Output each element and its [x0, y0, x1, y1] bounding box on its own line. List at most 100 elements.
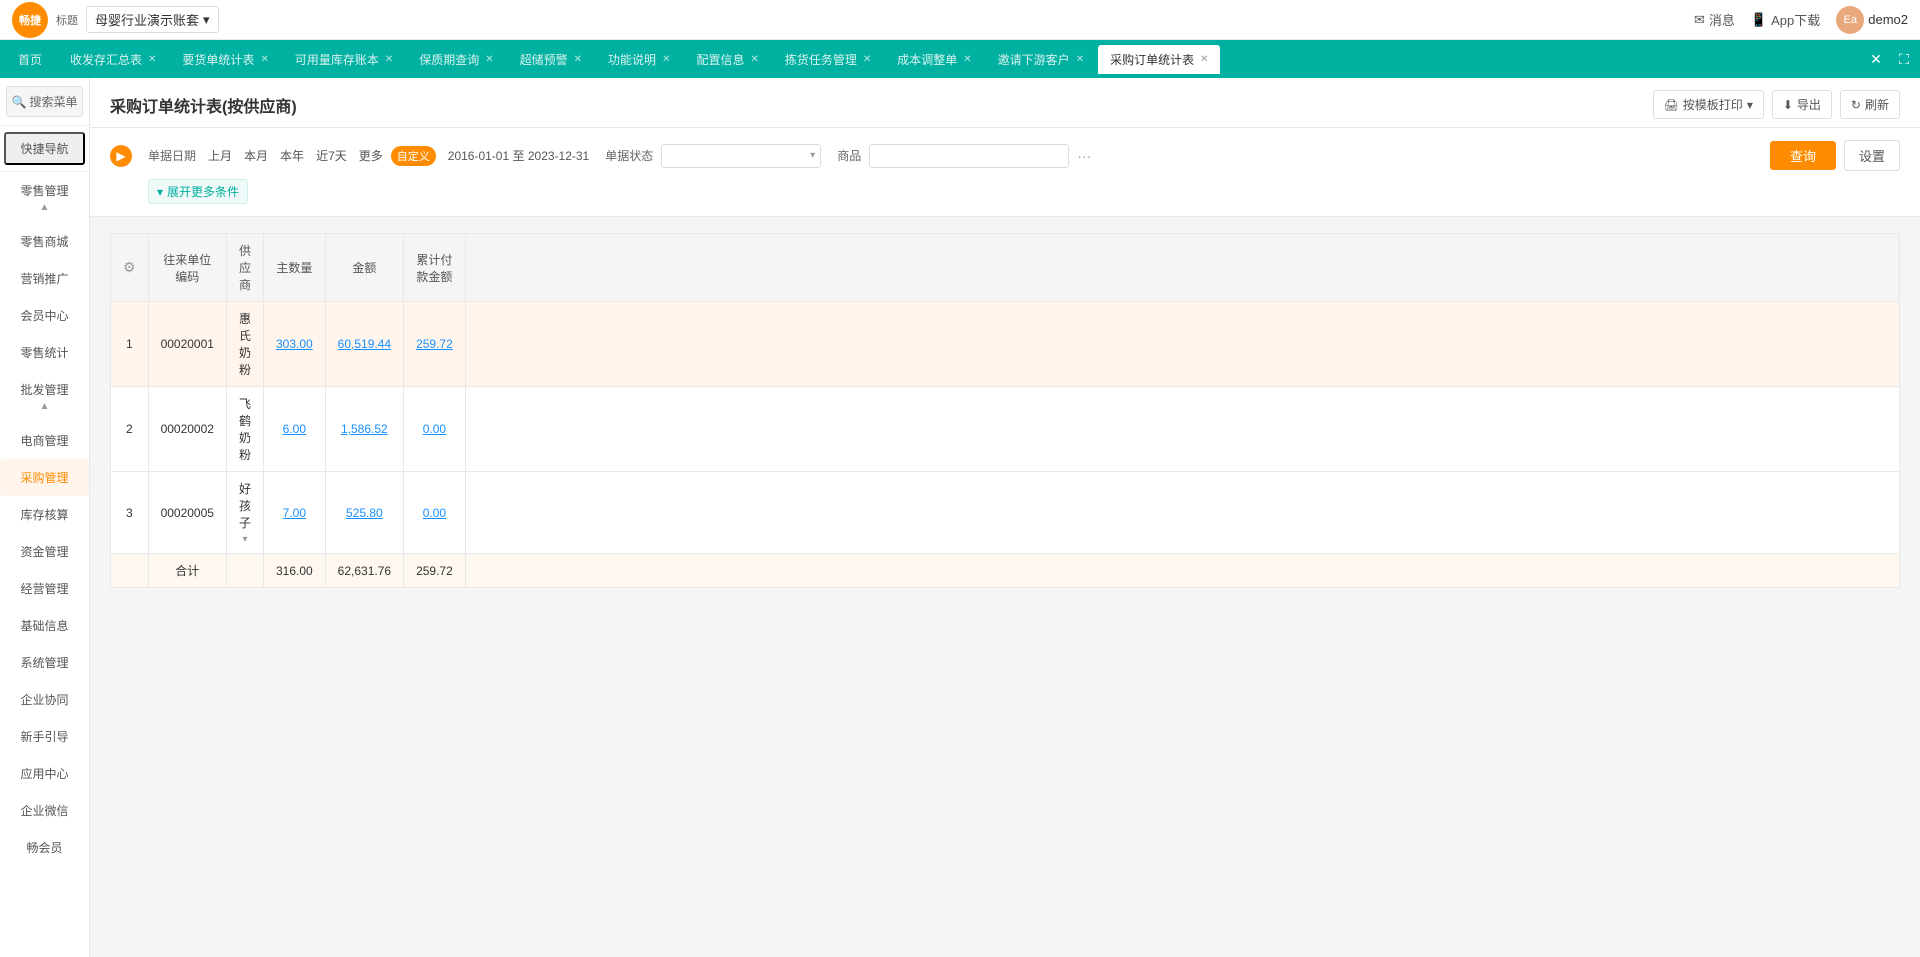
expand-more-section: ▾ 展开更多条件: [148, 179, 1900, 204]
tab-inventory-ledger[interactable]: 可用量库存账本 ✕: [283, 45, 405, 74]
date-shortcut-7days[interactable]: 近7天: [312, 145, 351, 166]
sidebar-item-wholesale[interactable]: 批发管理 ▲: [0, 371, 89, 422]
row-2-quantity[interactable]: 6.00: [263, 387, 325, 472]
row-3-paid[interactable]: 0.00: [404, 472, 466, 554]
row-1-supplier: 惠氏奶粉: [226, 302, 263, 387]
row-3-supplier: 好孩子 ▾: [226, 472, 263, 554]
message-button[interactable]: ✉ 消息: [1694, 10, 1735, 29]
query-button[interactable]: 查询: [1770, 141, 1836, 170]
sidebar-item-enterprise[interactable]: 企业协同: [0, 681, 89, 718]
date-shortcut-this-month[interactable]: 本月: [240, 145, 272, 166]
sidebar-item-membership[interactable]: 畅会员: [0, 829, 89, 866]
sidebar-item-operations[interactable]: 经营管理: [0, 570, 89, 607]
workspace-selector[interactable]: 母婴行业演示账套 ▾: [86, 6, 219, 33]
sidebar-item-retail-stats-label: 零售统计: [20, 344, 68, 361]
sidebar-item-members[interactable]: 会员中心: [0, 297, 89, 334]
tab-purchase-order-summary-close[interactable]: ✕: [1200, 54, 1208, 65]
search-menu-button[interactable]: 🔍 搜索菜单: [6, 86, 83, 117]
sidebar-item-newbie[interactable]: 新手引导: [0, 718, 89, 755]
tab-picking-task[interactable]: 拣货任务管理 ✕: [773, 45, 883, 74]
col-header-amount: 金额: [325, 234, 403, 302]
tab-receive-summary-close[interactable]: ✕: [148, 54, 156, 65]
tab-cost-adjust[interactable]: 成本调整单 ✕: [885, 45, 983, 74]
expand-icon: ▾: [157, 185, 163, 199]
data-table: ⚙ 往来单位编码 供应商 主数量 金额 累计付款金额 1 00020001: [110, 233, 1900, 588]
filter-toggle-button[interactable]: ▶: [110, 145, 132, 167]
sidebar-item-ecommerce[interactable]: 电商管理: [0, 422, 89, 459]
row-2-amount[interactable]: 1,586.52: [325, 387, 403, 472]
row-1-paid[interactable]: 259.72: [404, 302, 466, 387]
footer-amount: 62,631.76: [325, 554, 403, 588]
date-custom-badge[interactable]: 自定义: [391, 146, 436, 166]
filter-date-group: 单据日期 上月 本月 本年 近7天 更多 自定义 2016-01-01 至 20…: [148, 145, 589, 166]
tab-invite-customer-close[interactable]: ✕: [1076, 54, 1084, 65]
tab-warranty-query-close[interactable]: ✕: [485, 54, 493, 65]
row-1-quantity[interactable]: 303.00: [263, 302, 325, 387]
filter-date-shortcuts: 上月 本月 本年 近7天 更多 自定义: [204, 145, 436, 166]
sidebar-item-app-center-label: 应用中心: [20, 765, 68, 782]
tab-order-summary-close[interactable]: ✕: [260, 54, 268, 65]
row-1-amount[interactable]: 60,519.44: [325, 302, 403, 387]
tab-purchase-order-summary[interactable]: 采购订单统计表 ✕: [1098, 45, 1220, 74]
tab-overstock-alert[interactable]: 超储预警 ✕: [508, 45, 594, 74]
user-profile[interactable]: Ea demo2: [1836, 6, 1908, 34]
sidebar-item-retail[interactable]: 零售管理 ▲: [0, 172, 89, 223]
tab-overstock-alert-close[interactable]: ✕: [574, 54, 582, 65]
page-actions: 🖨 按模板打印 ▾ ⬇ 导出 ↻ 刷新: [1653, 90, 1900, 119]
filter-area: ▶ 单据日期 上月 本月 本年 近7天 更多 自定义 2016-01-01 至: [90, 128, 1920, 217]
expand-more-button[interactable]: ▾ 展开更多条件: [148, 179, 248, 204]
export-button[interactable]: ⬇ 导出: [1772, 90, 1832, 119]
filter-goods-input[interactable]: [869, 144, 1069, 168]
row-3-amount[interactable]: 525.80: [325, 472, 403, 554]
sidebar-item-enterprise-wechat[interactable]: 企业微信: [0, 792, 89, 829]
date-shortcut-this-year[interactable]: 本年: [276, 145, 308, 166]
sidebar-item-system[interactable]: 系统管理: [0, 644, 89, 681]
sidebar-item-retail-stats[interactable]: 零售统计: [0, 334, 89, 371]
sidebar-item-purchase[interactable]: 采购管理: [0, 459, 89, 496]
setting-button[interactable]: 设置: [1844, 140, 1900, 171]
refresh-icon: ↻: [1851, 98, 1861, 112]
tab-warranty-query[interactable]: 保质期查询 ✕: [407, 45, 505, 74]
tab-receive-summary[interactable]: 收发存汇总表 ✕: [58, 45, 168, 74]
filter-status-select[interactable]: [661, 144, 821, 168]
col-header-code: 往来单位编码: [148, 234, 226, 302]
tab-home[interactable]: 首页: [4, 45, 56, 74]
sidebar-item-system-label: 系统管理: [20, 654, 68, 671]
page-title: 采购订单统计表(按供应商): [110, 93, 297, 117]
sidebar-item-inventory[interactable]: 库存核算: [0, 496, 89, 533]
table-settings-icon[interactable]: ⚙: [123, 259, 136, 275]
tab-cost-adjust-close[interactable]: ✕: [963, 54, 971, 65]
tab-inventory-ledger-label: 可用量库存账本: [295, 51, 379, 68]
tab-function-desc[interactable]: 功能说明 ✕: [596, 45, 682, 74]
sidebar-item-basic-info[interactable]: 基础信息: [0, 607, 89, 644]
sidebar-item-app-center[interactable]: 应用中心: [0, 755, 89, 792]
date-shortcut-more[interactable]: 更多: [355, 145, 387, 166]
tab-close-all-button[interactable]: ✕: [1864, 47, 1888, 71]
tab-function-desc-close[interactable]: ✕: [662, 54, 670, 65]
date-shortcut-last-month[interactable]: 上月: [204, 145, 236, 166]
tab-maximize-button[interactable]: ⛶: [1892, 47, 1916, 71]
footer-quantity: 316.00: [263, 554, 325, 588]
quick-nav-button[interactable]: 快捷导航: [4, 132, 85, 165]
message-icon: ✉: [1694, 12, 1705, 28]
filter-goods-group: 商品 ···: [837, 144, 1091, 168]
row-2-paid[interactable]: 0.00: [404, 387, 466, 472]
tab-config-info-close[interactable]: ✕: [750, 54, 758, 65]
row-2-num: 2: [111, 387, 149, 472]
filter-status-label: 单据状态: [605, 147, 653, 164]
refresh-button[interactable]: ↻ 刷新: [1840, 90, 1900, 119]
sidebar-item-retail-mall[interactable]: 零售商城: [0, 223, 89, 260]
filter-more-dots[interactable]: ···: [1077, 148, 1091, 164]
tab-order-summary[interactable]: 要货单统计表 ✕: [170, 45, 280, 74]
sidebar-item-finance[interactable]: 资金管理: [0, 533, 89, 570]
filter-status-group: 单据状态: [605, 144, 821, 168]
print-button[interactable]: 🖨 按模板打印 ▾: [1653, 90, 1764, 119]
tab-config-info[interactable]: 配置信息 ✕: [684, 45, 770, 74]
app-download-button[interactable]: 📱 App下载: [1751, 10, 1820, 29]
tab-inventory-ledger-close[interactable]: ✕: [385, 54, 393, 65]
tab-invite-customer[interactable]: 邀请下游客户 ✕: [986, 45, 1096, 74]
row-3-quantity[interactable]: 7.00: [263, 472, 325, 554]
tab-picking-task-close[interactable]: ✕: [863, 54, 871, 65]
sidebar-item-inventory-label: 库存核算: [20, 506, 68, 523]
sidebar-item-marketing[interactable]: 营销推广: [0, 260, 89, 297]
